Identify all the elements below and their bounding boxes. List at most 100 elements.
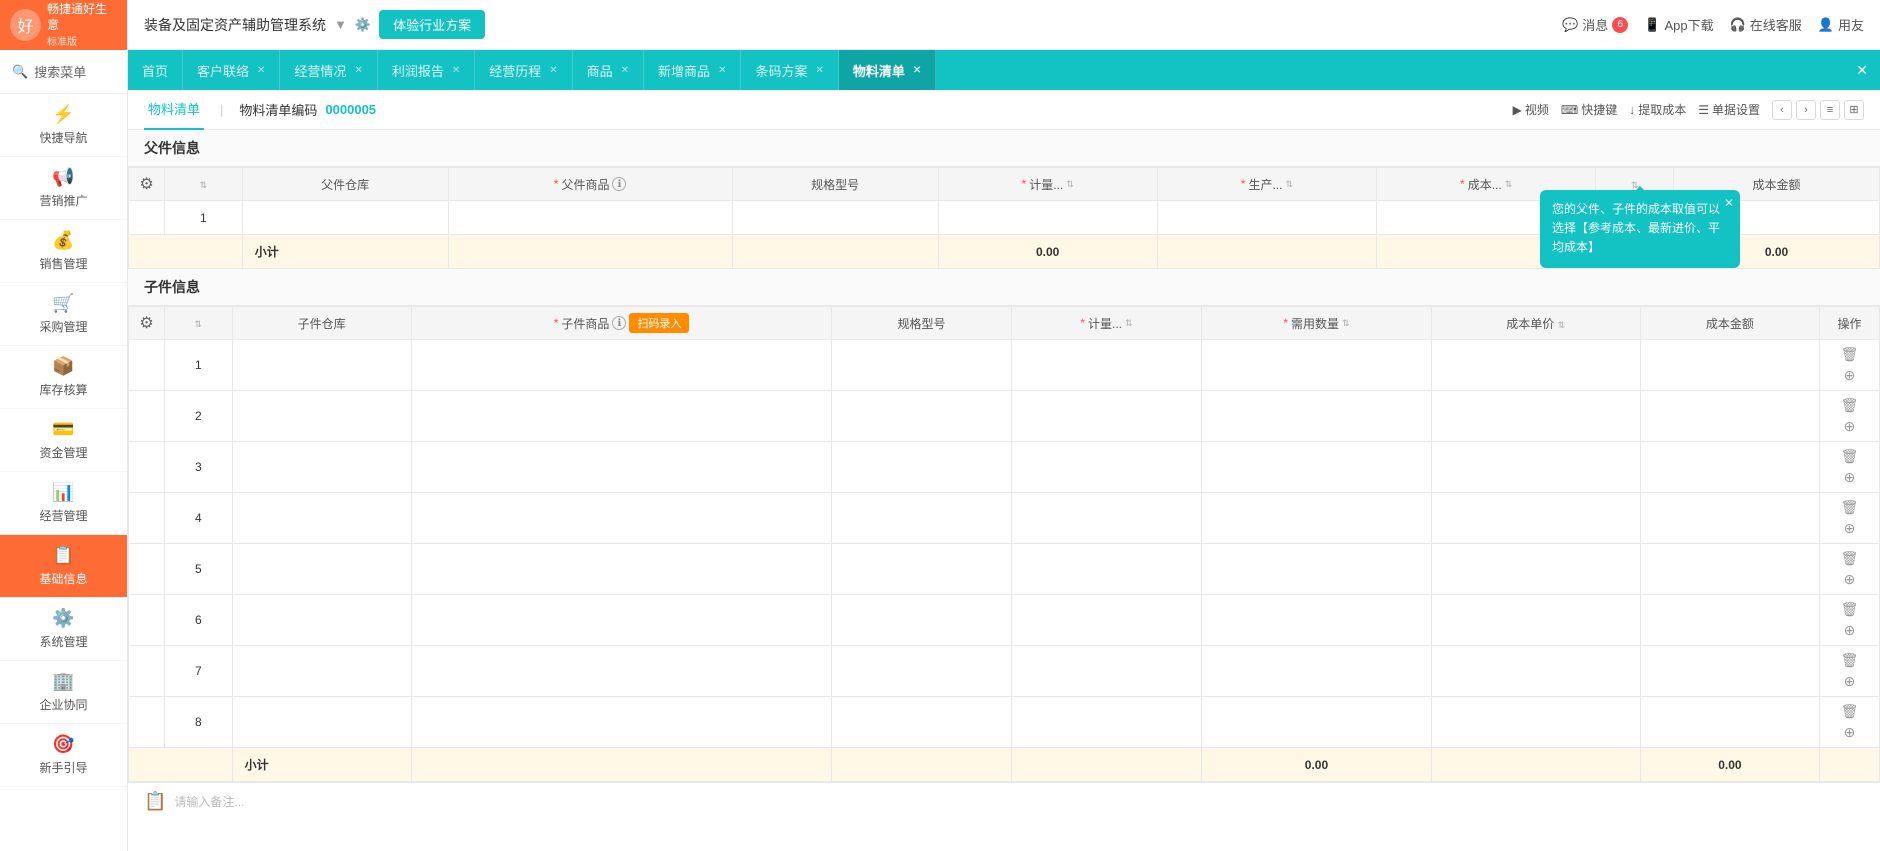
- nav-tab-operation-close[interactable]: ✕: [354, 65, 362, 76]
- child-row7-product[interactable]: [411, 646, 832, 697]
- child-row2-product[interactable]: [411, 391, 832, 442]
- sidebar-item-purchase[interactable]: 🛒 采购管理: [0, 283, 127, 346]
- child-row5-warehouse[interactable]: [232, 544, 411, 595]
- child-product-info-icon[interactable]: ℹ: [612, 316, 626, 330]
- nav-tab-home[interactable]: 首页: [128, 50, 183, 90]
- nav-tab-barcode[interactable]: 条码方案 ✕: [741, 50, 838, 90]
- child-row6-spec[interactable]: [832, 595, 1011, 646]
- child-row2-spec[interactable]: [832, 391, 1011, 442]
- child-row2-warehouse[interactable]: [232, 391, 411, 442]
- child-row5-product[interactable]: [411, 544, 832, 595]
- parent-product-info-icon[interactable]: ℹ: [612, 177, 626, 191]
- child-row2-needed-qty[interactable]: [1202, 391, 1431, 442]
- child-row1-product[interactable]: [411, 340, 832, 391]
- child-row7-copy-btn[interactable]: ⊕: [1840, 671, 1860, 692]
- nav-tab-product-close[interactable]: ✕: [621, 65, 629, 76]
- child-row8-delete-btn[interactable]: 🗑: [1837, 701, 1863, 722]
- child-settings-icon[interactable]: ⚙: [139, 315, 153, 332]
- child-row4-warehouse[interactable]: [232, 493, 411, 544]
- child-row4-delete-btn[interactable]: 🗑: [1837, 497, 1863, 518]
- search-menu-button[interactable]: 🔍 搜索菜单: [8, 58, 119, 85]
- sidebar-item-quick-nav[interactable]: ⚡ 快捷导航: [0, 94, 127, 157]
- nav-menu[interactable]: ≡: [1820, 100, 1840, 120]
- child-row6-delete-btn[interactable]: 🗑: [1837, 599, 1863, 620]
- child-row4-qty-unit[interactable]: [1011, 493, 1202, 544]
- sidebar-item-sales[interactable]: 💰 销售管理: [0, 220, 127, 283]
- nav-tab-profit[interactable]: 利润报告 ✕: [378, 50, 475, 90]
- child-row8-needed-qty[interactable]: [1202, 697, 1431, 748]
- extract-cost-btn[interactable]: ↓ 提取成本: [1629, 101, 1686, 118]
- child-row7-delete-btn[interactable]: 🗑: [1837, 650, 1863, 671]
- child-row6-needed-qty[interactable]: [1202, 595, 1431, 646]
- child-row7-spec[interactable]: [832, 646, 1011, 697]
- nav-tab-barcode-close[interactable]: ✕: [815, 65, 823, 76]
- nav-tab-bom[interactable]: 物料清单 ✕: [839, 50, 936, 90]
- child-row8-qty-unit[interactable]: [1011, 697, 1202, 748]
- nav-tab-bom-close[interactable]: ✕: [913, 65, 921, 76]
- child-row7-warehouse[interactable]: [232, 646, 411, 697]
- parent-row1-spec[interactable]: [732, 201, 938, 235]
- nav-prev[interactable]: ‹: [1772, 100, 1792, 120]
- child-row5-spec[interactable]: [832, 544, 1011, 595]
- child-row1-warehouse[interactable]: [232, 340, 411, 391]
- parent-row1-qty[interactable]: [938, 201, 1157, 235]
- child-row4-needed-qty[interactable]: [1202, 493, 1431, 544]
- child-row5-delete-btn[interactable]: 🗑: [1837, 548, 1863, 569]
- child-row2-copy-btn[interactable]: ⊕: [1840, 416, 1860, 437]
- sidebar-item-basic-info[interactable]: 📋 基础信息: [0, 535, 127, 598]
- nav-next[interactable]: ›: [1796, 100, 1816, 120]
- child-row7-needed-qty[interactable]: [1202, 646, 1431, 697]
- parent-settings-icon[interactable]: ⚙: [139, 176, 153, 193]
- child-row6-copy-btn[interactable]: ⊕: [1840, 620, 1860, 641]
- sidebar-item-guide[interactable]: 🎯 新手引导: [0, 724, 127, 787]
- sub-tab-bom-list[interactable]: 物料清单: [144, 90, 204, 130]
- trial-button[interactable]: 体验行业方案: [379, 10, 485, 39]
- child-row4-product[interactable]: [411, 493, 832, 544]
- nav-tab-customer-close[interactable]: ✕: [257, 65, 265, 76]
- parent-row1-warehouse[interactable]: [242, 201, 448, 235]
- sidebar-item-enterprise[interactable]: 🏢 企业协同: [0, 661, 127, 724]
- close-all-tabs[interactable]: ✕: [1844, 62, 1880, 79]
- message-btn[interactable]: 💬 消息 6: [1562, 15, 1628, 34]
- scan-button[interactable]: 扫码录入: [629, 313, 689, 333]
- child-row3-delete-btn[interactable]: 🗑: [1837, 446, 1863, 467]
- child-row2-delete-btn[interactable]: 🗑: [1837, 395, 1863, 416]
- nav-tab-operation[interactable]: 经营情况 ✕: [280, 50, 377, 90]
- nav-tab-customer[interactable]: 客户联络 ✕: [183, 50, 280, 90]
- online-service-btn[interactable]: 🎧 在线客服: [1730, 15, 1802, 34]
- single-setting-btn[interactable]: ☰ 单据设置: [1698, 101, 1760, 118]
- child-row5-needed-qty[interactable]: [1202, 544, 1431, 595]
- nav-tab-new-product[interactable]: 新增商品 ✕: [644, 50, 741, 90]
- child-row8-warehouse[interactable]: [232, 697, 411, 748]
- video-btn[interactable]: ▶ 视频: [1513, 101, 1549, 118]
- child-row3-needed-qty[interactable]: [1202, 442, 1431, 493]
- app-download-btn[interactable]: 📱 App下载: [1644, 15, 1713, 34]
- child-row1-delete-btn[interactable]: 🗑: [1837, 344, 1863, 365]
- child-row3-copy-btn[interactable]: ⊕: [1840, 467, 1860, 488]
- parent-row1-product[interactable]: [448, 201, 732, 235]
- child-row8-copy-btn[interactable]: ⊕: [1840, 722, 1860, 743]
- child-row4-copy-btn[interactable]: ⊕: [1840, 518, 1860, 539]
- child-row6-warehouse[interactable]: [232, 595, 411, 646]
- child-row4-spec[interactable]: [832, 493, 1011, 544]
- child-row6-qty-unit[interactable]: [1011, 595, 1202, 646]
- sidebar-item-inventory[interactable]: 📦 库存核算: [0, 346, 127, 409]
- child-row2-qty-unit[interactable]: [1011, 391, 1202, 442]
- child-row1-spec[interactable]: [832, 340, 1011, 391]
- shortcut-btn[interactable]: ⌨ 快捷键: [1561, 101, 1617, 118]
- user-btn[interactable]: 👤 用友: [1818, 15, 1864, 34]
- child-row5-qty-unit[interactable]: [1011, 544, 1202, 595]
- tooltip-close-icon[interactable]: ✕: [1724, 194, 1734, 213]
- nav-tab-history-close[interactable]: ✕: [549, 65, 557, 76]
- sidebar-item-finance[interactable]: 💳 资金管理: [0, 409, 127, 472]
- child-row6-product[interactable]: [411, 595, 832, 646]
- child-row7-qty-unit[interactable]: [1011, 646, 1202, 697]
- nav-tab-profit-close[interactable]: ✕: [452, 65, 460, 76]
- settings-icon[interactable]: ⚙️: [355, 17, 371, 33]
- nav-expand[interactable]: ⊞: [1844, 100, 1864, 120]
- parent-row1-production[interactable]: [1157, 201, 1376, 235]
- sidebar-item-marketing[interactable]: 📢 营销推广: [0, 157, 127, 220]
- sidebar-item-system[interactable]: ⚙️ 系统管理: [0, 598, 127, 661]
- nav-tab-history[interactable]: 经营历程 ✕: [475, 50, 572, 90]
- child-row1-qty-unit[interactable]: [1011, 340, 1202, 391]
